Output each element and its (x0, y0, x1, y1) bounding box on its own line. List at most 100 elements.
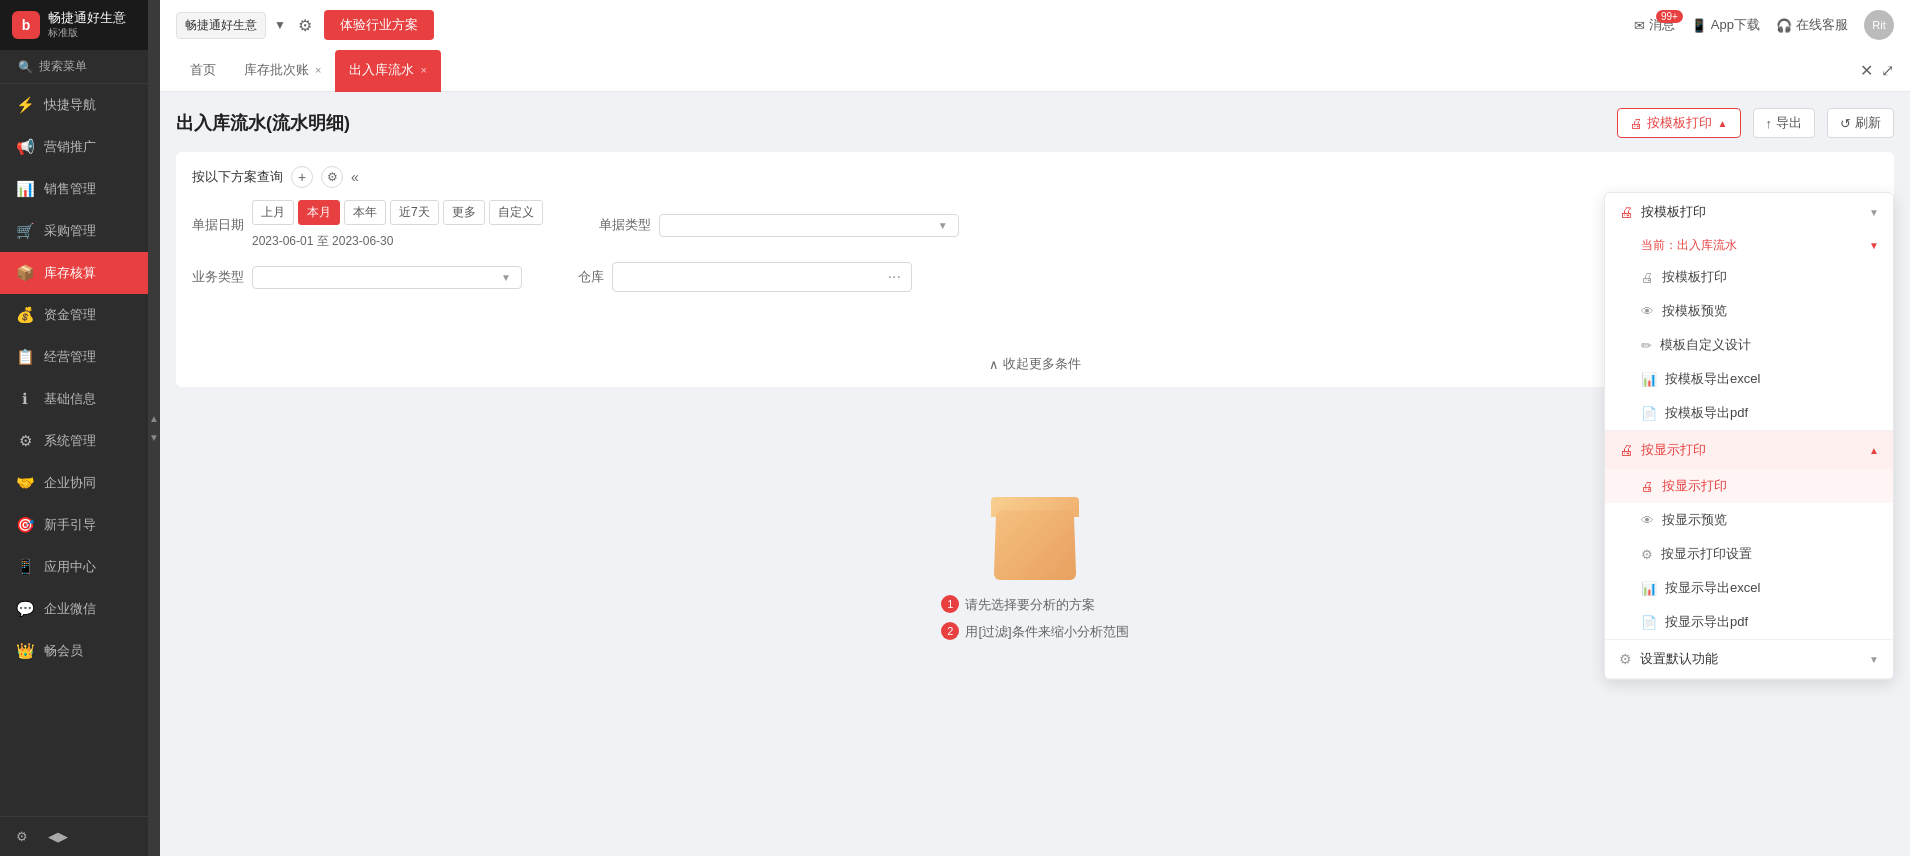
panel-item-display-preview[interactable]: 👁 按显示预览 (1605, 503, 1893, 537)
collab-icon: 🤝 (16, 474, 34, 492)
sidebar-item-operations[interactable]: 📋 经营管理 (0, 336, 148, 378)
guide-icon: 🎯 (16, 516, 34, 534)
refresh-button[interactable]: ↺ 刷新 (1827, 108, 1894, 138)
tab-inventory-batch-close[interactable]: × (315, 64, 321, 76)
page-header: 出入库流水(流水明细) 🖨 按模板打印 ▲ ↑ 导出 ↺ 刷新 (176, 108, 1894, 138)
tab-close-all-button[interactable]: ✕ (1860, 61, 1873, 80)
template-print-chevron: ▲ (1718, 118, 1728, 129)
tab-stock-flow[interactable]: 出入库流水 × (335, 50, 440, 92)
panel-default-header[interactable]: ⚙ 设置默认功能 ▼ (1605, 640, 1893, 678)
tab-inventory-batch[interactable]: 库存批次账 × (230, 50, 335, 92)
date-btn-last-7-days[interactable]: 近7天 (390, 200, 439, 225)
filter-type-item: 单据类型 ▼ (599, 214, 959, 237)
sidebar-scroll: ▲ ▼ (148, 0, 160, 856)
filter-collapse-icon[interactable]: « (351, 169, 359, 185)
topbar-settings-icon[interactable]: ⚙ (298, 16, 312, 35)
date-btn-this-year[interactable]: 本年 (344, 200, 386, 225)
tab-expand-button[interactable]: ⤢ (1881, 61, 1894, 80)
sidebar-item-beginner-guide[interactable]: 🎯 新手引导 (0, 504, 148, 546)
sidebar-item-quick-nav[interactable]: ⚡ 快捷导航 (0, 84, 148, 126)
date-btn-more[interactable]: 更多 (443, 200, 485, 225)
filter-business-type-item: 业务类型 ▼ (192, 266, 522, 289)
empty-tip-1: 1 请先选择要分析的方案 (941, 595, 1128, 614)
system-icon: ⚙ (16, 432, 34, 450)
panel-template-print-header[interactable]: 🖨 按模板打印 ▼ (1605, 193, 1893, 231)
sidebar-collapse-button[interactable]: ◀▶ (48, 829, 68, 844)
message-icon: ✉ (1634, 18, 1645, 33)
finance-icon: 💰 (16, 306, 34, 324)
sidebar-item-purchase[interactable]: 🛒 采购管理 (0, 210, 148, 252)
empty-tip-2: 2 用[过滤]条件来缩小分析范围 (941, 622, 1128, 641)
sidebar-item-sales[interactable]: 📊 销售管理 (0, 168, 148, 210)
type-select[interactable]: ▼ (659, 214, 959, 237)
dropdown-panel: 🖨 按模板打印 ▼ 当前：出入库流水 ▼ 🖨 按模板打印 👁 按模板预览 (1604, 192, 1894, 680)
empty-illustration (975, 479, 1095, 579)
page-content: 出入库流水(流水明细) 🖨 按模板打印 ▲ ↑ 导出 ↺ 刷新 (160, 92, 1910, 856)
default-panel-icon: ⚙ (1619, 651, 1632, 667)
user-avatar[interactable]: Rit (1864, 10, 1894, 40)
panel-item-display-print-settings[interactable]: ⚙ 按显示打印设置 (1605, 537, 1893, 571)
sidebar-item-enterprise-collab[interactable]: 🤝 企业协同 (0, 462, 148, 504)
sidebar-settings-button[interactable]: ⚙ (16, 829, 28, 844)
app-download-button[interactable]: 📱 App下载 (1691, 16, 1760, 34)
tip-text-2: 用[过滤]条件来缩小分析范围 (965, 622, 1128, 641)
template-print-button[interactable]: 🖨 按模板打印 ▲ (1617, 108, 1741, 138)
date-options: 上月 本月 本年 近7天 更多 自定义 (252, 200, 543, 225)
app-logo: b 畅捷通好生意 标准版 (0, 0, 148, 50)
filter-add-button[interactable]: + (291, 166, 313, 188)
panel-item-display-export-pdf[interactable]: 📄 按显示导出pdf (1605, 605, 1893, 639)
panel-item-template-export-excel[interactable]: 📊 按模板导出excel (1605, 362, 1893, 396)
sub-design-icon: ✏ (1641, 338, 1652, 353)
sidebar-item-vip[interactable]: 👑 畅会员 (0, 630, 148, 672)
tab-stock-flow-close[interactable]: × (420, 64, 426, 76)
panel-item-template-design[interactable]: ✏ 模板自定义设计 (1605, 328, 1893, 362)
tab-home[interactable]: 首页 (176, 50, 230, 92)
filter-label: 按以下方案查询 (192, 168, 283, 186)
business-type-select[interactable]: ▼ (252, 266, 522, 289)
message-button[interactable]: ✉ 消息 99+ (1634, 16, 1675, 34)
sub-pdf-icon: 📄 (1641, 406, 1657, 421)
panel-item-template-print[interactable]: 🖨 按模板打印 (1605, 260, 1893, 294)
sidebar-item-enterprise-wechat[interactable]: 💬 企业微信 (0, 588, 148, 630)
filter-settings-button[interactable]: ⚙ (321, 166, 343, 188)
disp-excel-icon: 📊 (1641, 581, 1657, 596)
default-panel-title: 设置默认功能 (1640, 650, 1718, 668)
panel-item-display-print[interactable]: 🖨 按显示打印 (1605, 469, 1893, 503)
sidebar-item-basic-info[interactable]: ℹ 基础信息 (0, 378, 148, 420)
date-btn-custom[interactable]: 自定义 (489, 200, 543, 225)
panel-display-print-header[interactable]: 🖨 按显示打印 ▲ (1605, 431, 1893, 469)
disp-pdf-icon: 📄 (1641, 615, 1657, 630)
sidebar-item-finance[interactable]: 💰 资金管理 (0, 294, 148, 336)
logo-icon: b (12, 11, 40, 39)
panel-template-print-section: 🖨 按模板打印 ▼ 当前：出入库流水 ▼ 🖨 按模板打印 👁 按模板预览 (1605, 193, 1893, 431)
panel-item-template-export-pdf[interactable]: 📄 按模板导出pdf (1605, 396, 1893, 430)
sub-preview-icon: 👁 (1641, 304, 1654, 319)
sidebar-item-system[interactable]: ⚙ 系统管理 (0, 420, 148, 462)
disp-settings-icon: ⚙ (1641, 547, 1653, 562)
export-button[interactable]: ↑ 导出 (1753, 108, 1816, 138)
sub-excel-icon: 📊 (1641, 372, 1657, 387)
sidebar-item-marketing[interactable]: 📢 营销推广 (0, 126, 148, 168)
filter-warehouse-item: 仓库 ··· (578, 262, 912, 292)
current-label-arrow: ▼ (1869, 240, 1879, 251)
panel-item-display-export-excel[interactable]: 📊 按显示导出excel (1605, 571, 1893, 605)
search-menu-item[interactable]: 🔍 搜索菜单 (0, 50, 148, 84)
date-btn-last-month[interactable]: 上月 (252, 200, 294, 225)
message-badge: 99+ (1656, 10, 1683, 23)
sidebar-item-app-center[interactable]: 📱 应用中心 (0, 546, 148, 588)
sidebar: b 畅捷通好生意 标准版 🔍 搜索菜单 ⚡ 快捷导航 📢 营销推广 📊 销售管理… (0, 0, 148, 856)
panel-item-template-preview[interactable]: 👁 按模板预览 (1605, 294, 1893, 328)
user-dropdown-arrow[interactable]: ▼ (274, 18, 286, 32)
online-service-button[interactable]: 🎧 在线客服 (1776, 16, 1848, 34)
template-print-panel-arrow: ▼ (1869, 207, 1879, 218)
quick-nav-icon: ⚡ (16, 96, 34, 114)
phone-icon: 📱 (1691, 18, 1707, 33)
trial-button[interactable]: 体验行业方案 (324, 10, 434, 40)
wechat-icon: 💬 (16, 600, 34, 618)
warehouse-select[interactable]: ··· (612, 262, 912, 292)
sidebar-item-inventory[interactable]: 📦 库存核算 (0, 252, 148, 294)
username-display[interactable]: 畅捷通好生意 (176, 12, 266, 39)
panel-default-section: ⚙ 设置默认功能 ▼ (1605, 640, 1893, 679)
refresh-icon: ↺ (1840, 116, 1851, 131)
date-btn-this-month[interactable]: 本月 (298, 200, 340, 225)
